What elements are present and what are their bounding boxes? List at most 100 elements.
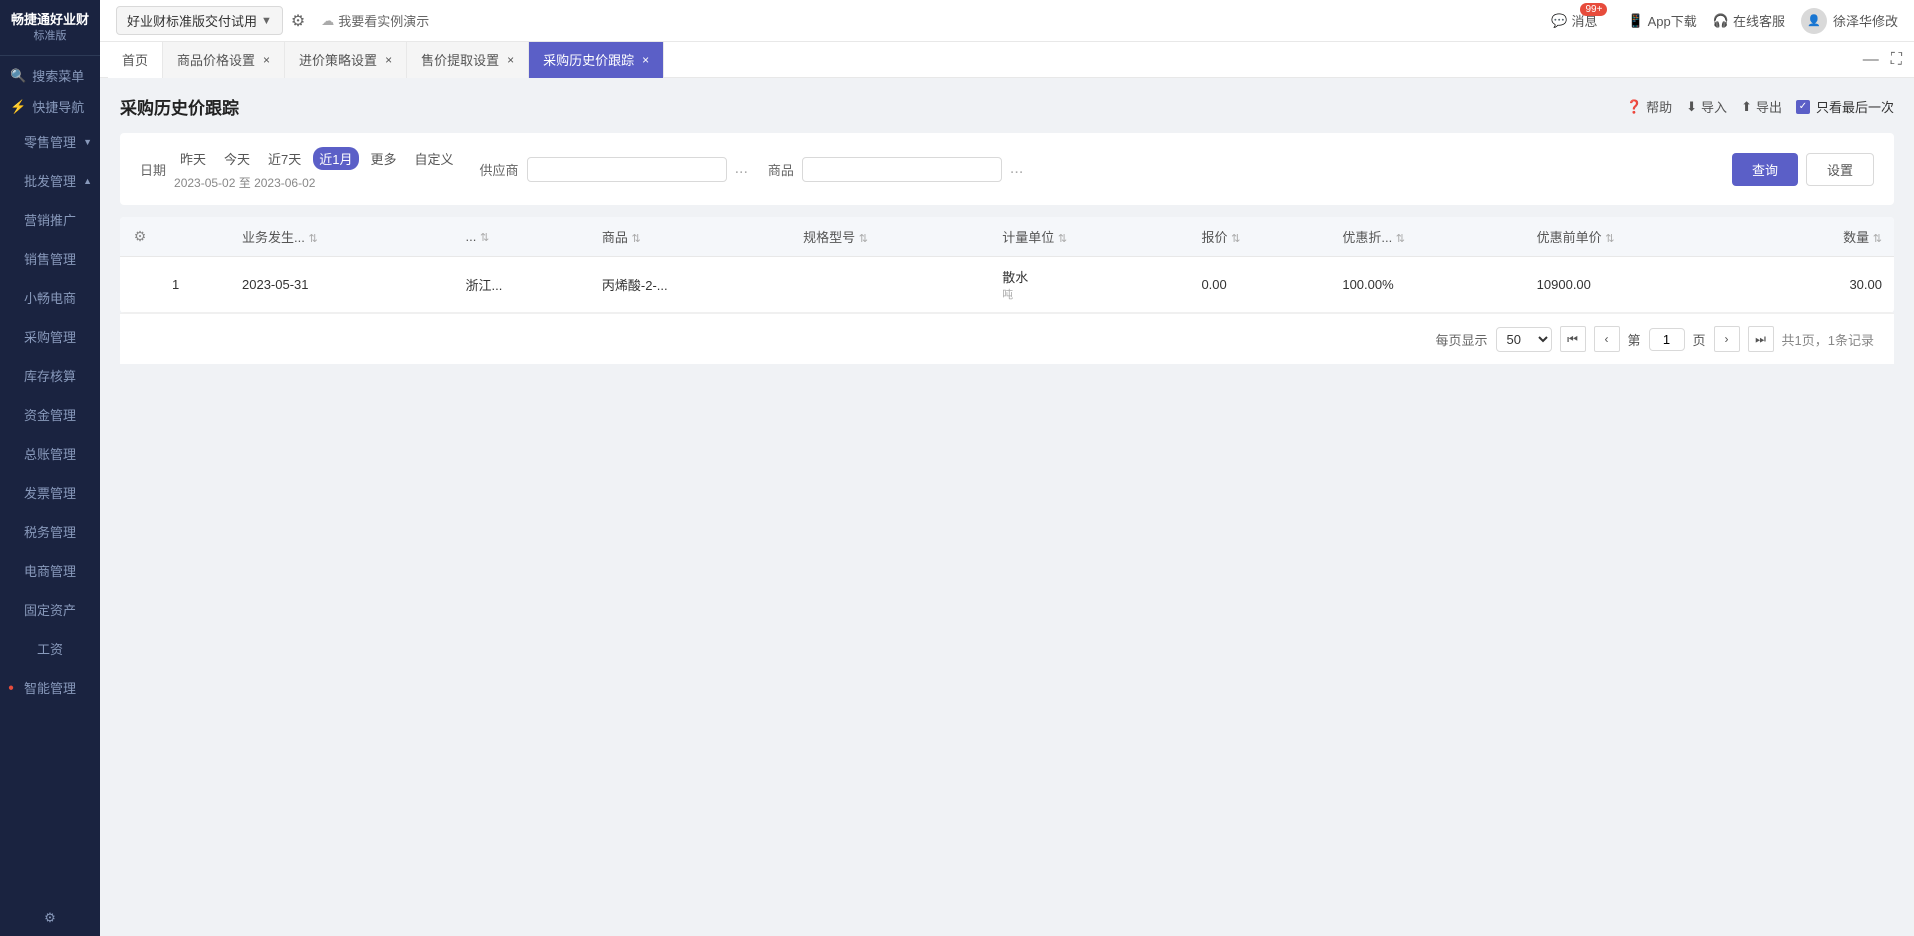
table-settings-icon[interactable]: ⚙ (134, 228, 147, 244)
help-link[interactable]: ❓ 帮助 (1626, 97, 1672, 116)
filter-actions: 查询 设置 (1732, 153, 1874, 186)
only-last-checkbox-group[interactable]: 只看最后一次 (1796, 97, 1894, 116)
user-info[interactable]: 👤 徐泽华修改 (1801, 8, 1898, 34)
sort-icon-discount: ⇅ (1396, 233, 1405, 245)
page-title: 采购历史价跟踪 (120, 94, 239, 119)
row-date: 2023-05-31 (230, 257, 453, 313)
col-discount[interactable]: 优惠折... ⇅ (1330, 217, 1524, 257)
only-last-label: 只看最后一次 (1816, 97, 1894, 116)
page-size-select[interactable]: 50 10 20 100 (1496, 327, 1552, 352)
export-link[interactable]: ⬆ 导出 (1741, 97, 1782, 116)
settings-button[interactable]: 设置 (1806, 153, 1874, 186)
version-label: 好业财标准版交付试用 (127, 11, 257, 30)
next-page-button[interactable]: › (1714, 326, 1740, 352)
user-name: 徐泽华修改 (1833, 11, 1898, 30)
date-option-7days[interactable]: 近7天 (262, 147, 307, 170)
date-option-yesterday[interactable]: 昨天 (174, 147, 212, 170)
query-button[interactable]: 查询 (1732, 153, 1798, 186)
version-select[interactable]: 好业财标准版交付试用 ▼ (116, 6, 283, 35)
col-extra[interactable]: ... ⇅ (453, 217, 589, 257)
first-page-button[interactable]: ⏮ (1560, 326, 1586, 352)
tab-product-price-close[interactable]: × (263, 53, 270, 67)
col-spec[interactable]: 规格型号 ⇅ (791, 217, 990, 257)
product-filter: 商品 ... (768, 157, 1023, 182)
sidebar-item-sales[interactable]: 销售管理 (0, 239, 100, 278)
date-option-custom[interactable]: 自定义 (409, 147, 460, 170)
col-date[interactable]: 业务发生... ⇅ (230, 217, 453, 257)
col-unit[interactable]: 计量单位 ⇅ (990, 217, 1189, 257)
messages-badge: 99+ (1580, 3, 1607, 16)
tab-purchase-strategy[interactable]: 进价策略设置 × (285, 42, 407, 78)
sidebar-item-inventory[interactable]: 库存核算 (0, 356, 100, 395)
sidebar-search-label: 搜索菜单 (32, 66, 84, 85)
supplier-dots[interactable]: ... (735, 160, 748, 178)
sidebar-item-search[interactable]: 🔍 搜索菜单 (0, 56, 100, 91)
prev-page-button[interactable]: ‹ (1594, 326, 1620, 352)
online-service-button[interactable]: 🎧 在线客服 (1713, 11, 1785, 30)
tab-price-extract-close[interactable]: × (507, 53, 514, 67)
supplier-input[interactable] (527, 157, 727, 182)
topbar-settings-button[interactable]: ⚙ (291, 11, 305, 31)
avatar: 👤 (1801, 8, 1827, 34)
sidebar-bottom-settings[interactable]: ⚙ (0, 900, 100, 936)
sidebar-tax-label: 税务管理 (24, 525, 76, 540)
sidebar-fund-label: 资金管理 (24, 408, 76, 423)
sort-icon-unit: ⇅ (1058, 233, 1067, 245)
col-quantity[interactable]: 数量 ⇅ (1753, 217, 1894, 257)
table-header: ⚙ 业务发生... ⇅ ... ⇅ 商品 ⇅ 规格型号 ⇅ 计量单位 ⇅ 报价 … (120, 217, 1894, 257)
tab-price-extract[interactable]: 售价提取设置 × (407, 42, 529, 78)
sort-icon-quantity: ⇅ (1873, 233, 1882, 245)
import-link[interactable]: ⬇ 导入 (1686, 97, 1727, 116)
sidebar-item-marketing[interactable]: 营销推广 (0, 200, 100, 239)
sidebar-item-ledger[interactable]: 总账管理 (0, 434, 100, 473)
date-options: 昨天 今天 近7天 近1月 更多 自定义 (174, 147, 460, 170)
app-download-button[interactable]: 📱 App下载 (1627, 11, 1696, 30)
page-number-input[interactable] (1649, 328, 1685, 351)
sidebar-item-fund[interactable]: 资金管理 (0, 395, 100, 434)
online-service-label: 在线客服 (1733, 11, 1785, 30)
sidebar-item-ecommerce[interactable]: 电商管理 (0, 551, 100, 590)
sidebar-item-tax[interactable]: 税务管理 (0, 512, 100, 551)
tab-purchase-strategy-close[interactable]: × (385, 53, 392, 67)
tab-maximize-button[interactable]: ⛶ (1887, 47, 1906, 73)
sidebar-item-invoice[interactable]: 发票管理 (0, 473, 100, 512)
date-option-1month[interactable]: 近1月 (313, 147, 358, 170)
tab-purchase-history[interactable]: 采购历史价跟踪 × (529, 42, 664, 78)
messages-button[interactable]: 💬 消息 99+ (1551, 11, 1597, 30)
col-product[interactable]: 商品 ⇅ (590, 217, 791, 257)
date-option-more[interactable]: 更多 (365, 147, 403, 170)
page-label: 第 (1628, 330, 1641, 349)
sidebar-salary-label: 工资 (37, 642, 63, 657)
date-option-today[interactable]: 今天 (218, 147, 256, 170)
product-input[interactable] (802, 157, 1002, 182)
demo-button[interactable]: ☁ 我要看实例演示 (313, 7, 437, 34)
sidebar-item-smart[interactable]: 智能管理 (0, 668, 100, 707)
sidebar-item-retail[interactable]: 零售管理 (0, 122, 100, 161)
sidebar-item-quick-nav[interactable]: ⚡ 快捷导航 (0, 91, 100, 122)
mobile-icon: 📱 (1627, 13, 1643, 29)
last-page-button[interactable]: ⏭ (1748, 326, 1774, 352)
sidebar-item-purchase[interactable]: 采购管理 (0, 317, 100, 356)
tab-purchase-history-close[interactable]: × (642, 53, 649, 67)
sidebar-marketing-label: 营销推广 (24, 213, 76, 228)
tab-minimize-button[interactable]: — (1859, 47, 1883, 73)
col-pre-price[interactable]: 优惠前单价 ⇅ (1525, 217, 1753, 257)
sidebar-item-fixed-assets[interactable]: 固定资产 (0, 590, 100, 629)
row-discount: 100.00% (1330, 257, 1524, 313)
chevron-down-icon: ▼ (261, 15, 272, 27)
tab-purchase-history-label: 采购历史价跟踪 (543, 50, 634, 69)
page-actions: ❓ 帮助 ⬇ 导入 ⬆ 导出 只看最后一次 (1626, 97, 1894, 116)
tab-home[interactable]: 首页 (108, 42, 163, 78)
sidebar-invoice-label: 发票管理 (24, 486, 76, 501)
col-price[interactable]: 报价 ⇅ (1189, 217, 1330, 257)
table-body: 1 2023-05-31 浙江... 丙烯酸-2-... 散水吨 0.00 10… (120, 257, 1894, 313)
sidebar-item-salary[interactable]: 工资 (0, 629, 100, 668)
only-last-checkbox[interactable] (1796, 100, 1810, 114)
quick-nav-icon: ⚡ (10, 99, 26, 115)
tab-product-price[interactable]: 商品价格设置 × (163, 42, 285, 78)
sidebar-item-wholesale[interactable]: 批发管理 (0, 161, 100, 200)
row-settings-cell (120, 257, 160, 313)
sidebar-item-ecommerce-small[interactable]: 小畅电商 (0, 278, 100, 317)
product-dots[interactable]: ... (1010, 160, 1023, 178)
date-filter-label: 日期 (140, 160, 166, 179)
